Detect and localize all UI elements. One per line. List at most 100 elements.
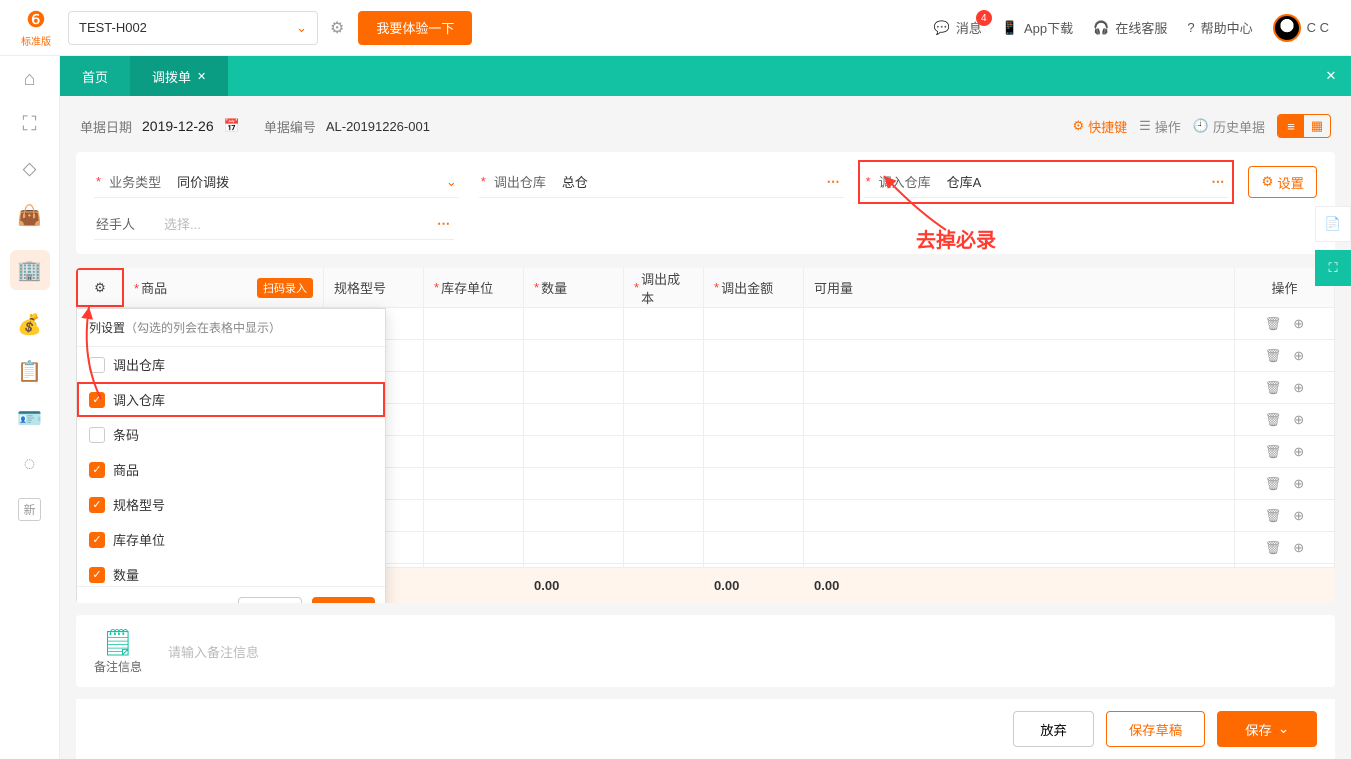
tab-transfer-order[interactable]: 调拨单 ✕ xyxy=(130,56,228,96)
history-link[interactable]: 🕘历史单据 xyxy=(1193,117,1265,136)
nav-warehouse-icon[interactable]: 🏢 xyxy=(10,250,50,290)
tabs-bar: 首页 调拨单 ✕ ✕ xyxy=(60,56,1351,96)
column-option[interactable]: 调出仓库 xyxy=(77,347,385,382)
help-icon: ? xyxy=(1187,20,1194,35)
rail-note-icon[interactable]: 📄 xyxy=(1315,206,1351,242)
remark-input[interactable]: 请输入备注信息 xyxy=(160,634,1317,669)
th-amount: *调出金额 xyxy=(704,268,804,307)
more-icon[interactable]: ⋯ xyxy=(437,216,452,232)
sum-qty: 0.00 xyxy=(524,568,624,603)
checkbox[interactable]: ✓ xyxy=(89,567,105,583)
gear-icon: ⚙ xyxy=(94,280,106,296)
nav-house-icon[interactable]: ⬦ xyxy=(23,158,37,181)
nav-bag-icon[interactable]: 👜 xyxy=(17,203,42,228)
biz-type-field[interactable]: * 业务类型 同价调拨 ⌄ xyxy=(94,166,459,198)
add-row-icon[interactable]: ⊕ xyxy=(1293,476,1304,492)
list-view-icon[interactable]: ≡ xyxy=(1278,115,1304,137)
more-icon[interactable]: ⋯ xyxy=(1211,174,1226,190)
delete-icon[interactable]: 🗑 xyxy=(1265,348,1282,364)
close-icon[interactable]: ✕ xyxy=(197,70,206,83)
nav-circle-icon[interactable]: ◌ xyxy=(24,453,36,476)
delete-icon[interactable]: 🗑 xyxy=(1265,508,1282,524)
message-icon: 💬 xyxy=(934,20,950,36)
chevron-down-icon: ⌄ xyxy=(296,20,307,36)
tab-home[interactable]: 首页 xyxy=(60,56,130,96)
nav-money-icon[interactable]: 💰 xyxy=(17,312,42,337)
discard-button[interactable]: 放弃 xyxy=(1013,711,1094,747)
right-rail: 📄 ⛶ xyxy=(1315,206,1351,286)
column-option-label: 调出仓库 xyxy=(113,355,165,374)
column-option[interactable]: ✓库存单位 xyxy=(77,522,385,557)
add-row-icon[interactable]: ⊕ xyxy=(1293,348,1304,364)
add-row-icon[interactable]: ⊕ xyxy=(1293,540,1304,556)
checkbox[interactable]: ✓ xyxy=(89,462,105,478)
more-icon[interactable]: ⋯ xyxy=(827,174,842,190)
calendar-icon[interactable]: 📅 xyxy=(224,118,240,134)
scan-input-button[interactable]: 扫码录入 xyxy=(257,278,313,298)
nav-new-icon[interactable]: 新 xyxy=(18,498,40,521)
th-avail: 可用量 xyxy=(804,268,1235,307)
cta-button[interactable]: 我要体验一下 xyxy=(358,11,472,45)
column-option[interactable]: ✓调入仓库 xyxy=(77,382,385,417)
checkbox[interactable]: ✓ xyxy=(89,532,105,548)
online-service-link[interactable]: 🎧 在线客服 xyxy=(1093,18,1167,37)
column-list[interactable]: 调出仓库✓调入仓库条码✓商品✓规格型号✓库存单位✓数量单位2 xyxy=(77,346,385,586)
delete-icon[interactable]: 🗑 xyxy=(1265,444,1282,460)
delete-icon[interactable]: 🗑 xyxy=(1265,476,1282,492)
column-option[interactable]: 条码 xyxy=(77,417,385,452)
sum-amount: 0.00 xyxy=(704,568,804,603)
column-option[interactable]: ✓商品 xyxy=(77,452,385,487)
doc-header-right: ⚙快捷键 ☰操作 🕘历史单据 ≡ ▦ xyxy=(1072,114,1331,138)
chevron-down-icon: ⌄ xyxy=(1278,721,1289,737)
delete-icon[interactable]: 🗑 xyxy=(1265,540,1282,556)
add-row-icon[interactable]: ⊕ xyxy=(1293,444,1304,460)
date-value[interactable]: 2019-12-26 xyxy=(142,118,214,134)
help-center-link[interactable]: ? 帮助中心 xyxy=(1187,18,1252,37)
add-row-icon[interactable]: ⊕ xyxy=(1293,380,1304,396)
confirm-button[interactable]: 确定 xyxy=(312,597,375,603)
column-settings-button[interactable]: ⚙ xyxy=(76,268,124,307)
settings-button[interactable]: ⚙ 设置 xyxy=(1248,166,1317,198)
checkbox[interactable] xyxy=(89,427,105,443)
nav-home-icon[interactable]: ⌂ xyxy=(23,68,35,91)
note-icon: 🗒 xyxy=(94,627,142,658)
messages-link[interactable]: 💬 消息 4 xyxy=(934,18,982,37)
checkbox[interactable]: ✓ xyxy=(89,392,105,408)
rail-expand-icon[interactable]: ⛶ xyxy=(1315,250,1351,286)
checkbox[interactable] xyxy=(89,357,105,373)
add-row-icon[interactable]: ⊕ xyxy=(1293,316,1304,332)
form-card: * 业务类型 同价调拨 ⌄ * 调出仓库 总仓 ⋯ * 调入仓库 仓库A xyxy=(76,152,1335,254)
out-warehouse-field[interactable]: * 调出仓库 总仓 ⋯ xyxy=(479,166,844,198)
tenant-select[interactable]: TEST-H002 ⌄ xyxy=(68,11,318,45)
delete-icon[interactable]: 🗑 xyxy=(1265,380,1282,396)
tenant-value: TEST-H002 xyxy=(79,20,147,35)
grid-view-icon[interactable]: ▦ xyxy=(1304,115,1330,137)
user-menu[interactable]: C C xyxy=(1273,14,1329,42)
logo-label: 标准版 xyxy=(21,37,51,48)
save-draft-button[interactable]: 保存草稿 xyxy=(1106,711,1205,747)
clock-icon: 🕘 xyxy=(1193,118,1209,134)
nav-id-icon[interactable]: 🪪 xyxy=(17,406,42,431)
delete-icon[interactable]: 🗑 xyxy=(1265,316,1282,332)
nav-gift-icon[interactable]: ⛶ xyxy=(23,113,37,136)
nav-clipboard-icon[interactable]: 📋 xyxy=(17,359,42,384)
in-wh-label: 调入仓库 xyxy=(879,172,939,191)
cancel-button[interactable]: 取消 xyxy=(238,597,303,603)
handler-field[interactable]: 经手人 选择... ⋯ xyxy=(94,208,454,240)
gear-icon[interactable]: ⚙ xyxy=(330,18,344,38)
app-download-link[interactable]: 📱 App下载 xyxy=(1002,18,1073,37)
add-row-icon[interactable]: ⊕ xyxy=(1293,412,1304,428)
column-option[interactable]: ✓数量 xyxy=(77,557,385,586)
add-row-icon[interactable]: ⊕ xyxy=(1293,508,1304,524)
save-button[interactable]: 保存 ⌄ xyxy=(1217,711,1317,747)
operate-link[interactable]: ☰操作 xyxy=(1139,117,1181,136)
in-warehouse-field[interactable]: * 调入仓库 仓库A ⋯ xyxy=(864,166,1229,198)
column-option[interactable]: ✓规格型号 xyxy=(77,487,385,522)
logo[interactable]: ❻ 标准版 xyxy=(12,7,60,48)
checkbox[interactable]: ✓ xyxy=(89,497,105,513)
shortcut-link[interactable]: ⚙快捷键 xyxy=(1072,117,1127,136)
close-all-tabs[interactable]: ✕ xyxy=(1311,56,1351,96)
th-product: *商品 扫码录入 xyxy=(124,268,324,307)
view-toggle[interactable]: ≡ ▦ xyxy=(1277,114,1331,138)
delete-icon[interactable]: 🗑 xyxy=(1265,412,1282,428)
